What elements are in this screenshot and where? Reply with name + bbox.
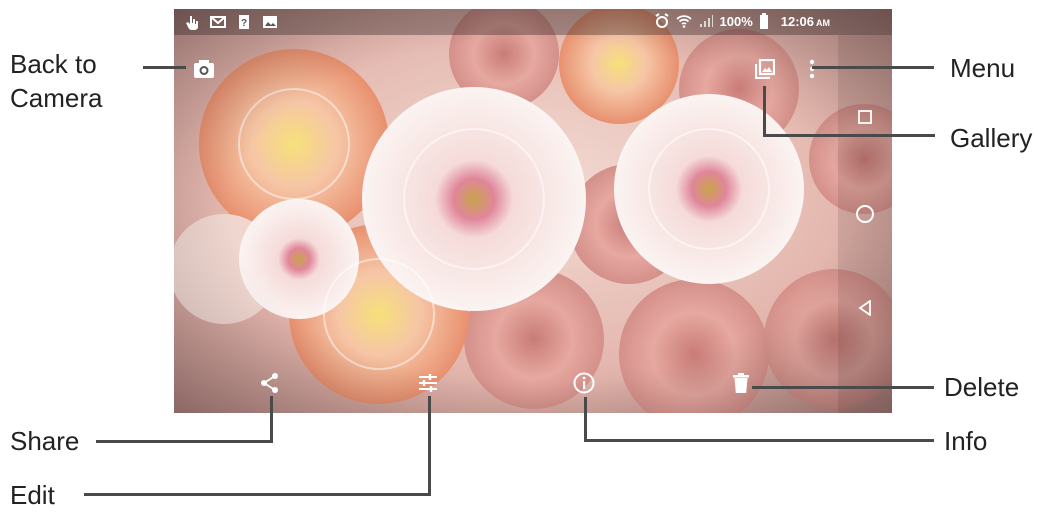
leader-delete xyxy=(752,386,934,389)
status-bar: ? 100% 12:06 AM xyxy=(174,9,892,35)
leader-back-to-camera xyxy=(143,66,186,69)
gallery-button[interactable] xyxy=(751,55,779,83)
leader-share-v xyxy=(270,396,273,442)
leader-edit-h xyxy=(84,493,431,496)
callout-delete: Delete xyxy=(944,372,1020,402)
callout-share: Share xyxy=(10,426,80,456)
home-icon xyxy=(856,205,874,223)
notification-icons: ? xyxy=(184,14,278,30)
camera-icon xyxy=(194,60,214,78)
leader-info-v xyxy=(584,397,587,441)
callout-gallery: Gallery xyxy=(950,123,1033,153)
share-button[interactable] xyxy=(256,369,284,397)
tune-icon xyxy=(419,374,437,392)
back-button[interactable] xyxy=(853,296,877,320)
share-icon xyxy=(261,373,278,393)
recents-button[interactable] xyxy=(853,105,877,129)
callout-menu: Menu xyxy=(950,53,1016,83)
trash-icon xyxy=(733,373,749,393)
leader-info-h xyxy=(584,439,934,442)
info-button[interactable] xyxy=(570,369,598,397)
callout-back-to-camera: Back to Camera xyxy=(10,49,103,113)
callout-info: Info xyxy=(944,426,988,456)
alarm-icon xyxy=(654,13,669,28)
home-button[interactable] xyxy=(852,201,878,227)
touch-icon xyxy=(186,16,198,30)
battery-percent: 100% xyxy=(719,13,753,29)
mail-icon xyxy=(210,16,226,28)
leader-gallery-v xyxy=(763,86,766,136)
photo-viewer-screen: ? 100% 12:06 AM xyxy=(174,9,892,413)
leader-share-h xyxy=(96,440,273,443)
leader-gallery-h xyxy=(763,134,935,137)
info-icon xyxy=(573,372,595,394)
image-icon xyxy=(263,16,277,28)
leader-menu xyxy=(812,66,934,69)
navigation-bar xyxy=(838,35,892,413)
clock: 12:06 AM xyxy=(781,14,830,29)
menu-button[interactable] xyxy=(802,55,822,83)
svg-text:?: ? xyxy=(241,18,247,29)
recents-icon xyxy=(858,110,872,124)
sim-help-icon: ? xyxy=(239,15,249,29)
clock-time: 12:06 xyxy=(780,13,814,29)
edit-button[interactable] xyxy=(414,369,442,397)
system-status: 100% 12:06 AM xyxy=(654,13,830,29)
battery-icon xyxy=(759,13,768,29)
signal-icon xyxy=(699,15,713,27)
wifi-icon xyxy=(675,15,692,28)
leader-edit-v xyxy=(428,396,431,496)
back-icon xyxy=(858,300,871,316)
gallery-icon xyxy=(755,59,775,79)
clock-ampm: AM xyxy=(816,17,830,28)
more-vert-icon xyxy=(809,59,815,79)
delete-button[interactable] xyxy=(727,369,755,397)
flower-photo xyxy=(174,9,892,413)
back-to-camera-button[interactable] xyxy=(190,55,218,83)
callout-edit: Edit xyxy=(10,480,55,510)
